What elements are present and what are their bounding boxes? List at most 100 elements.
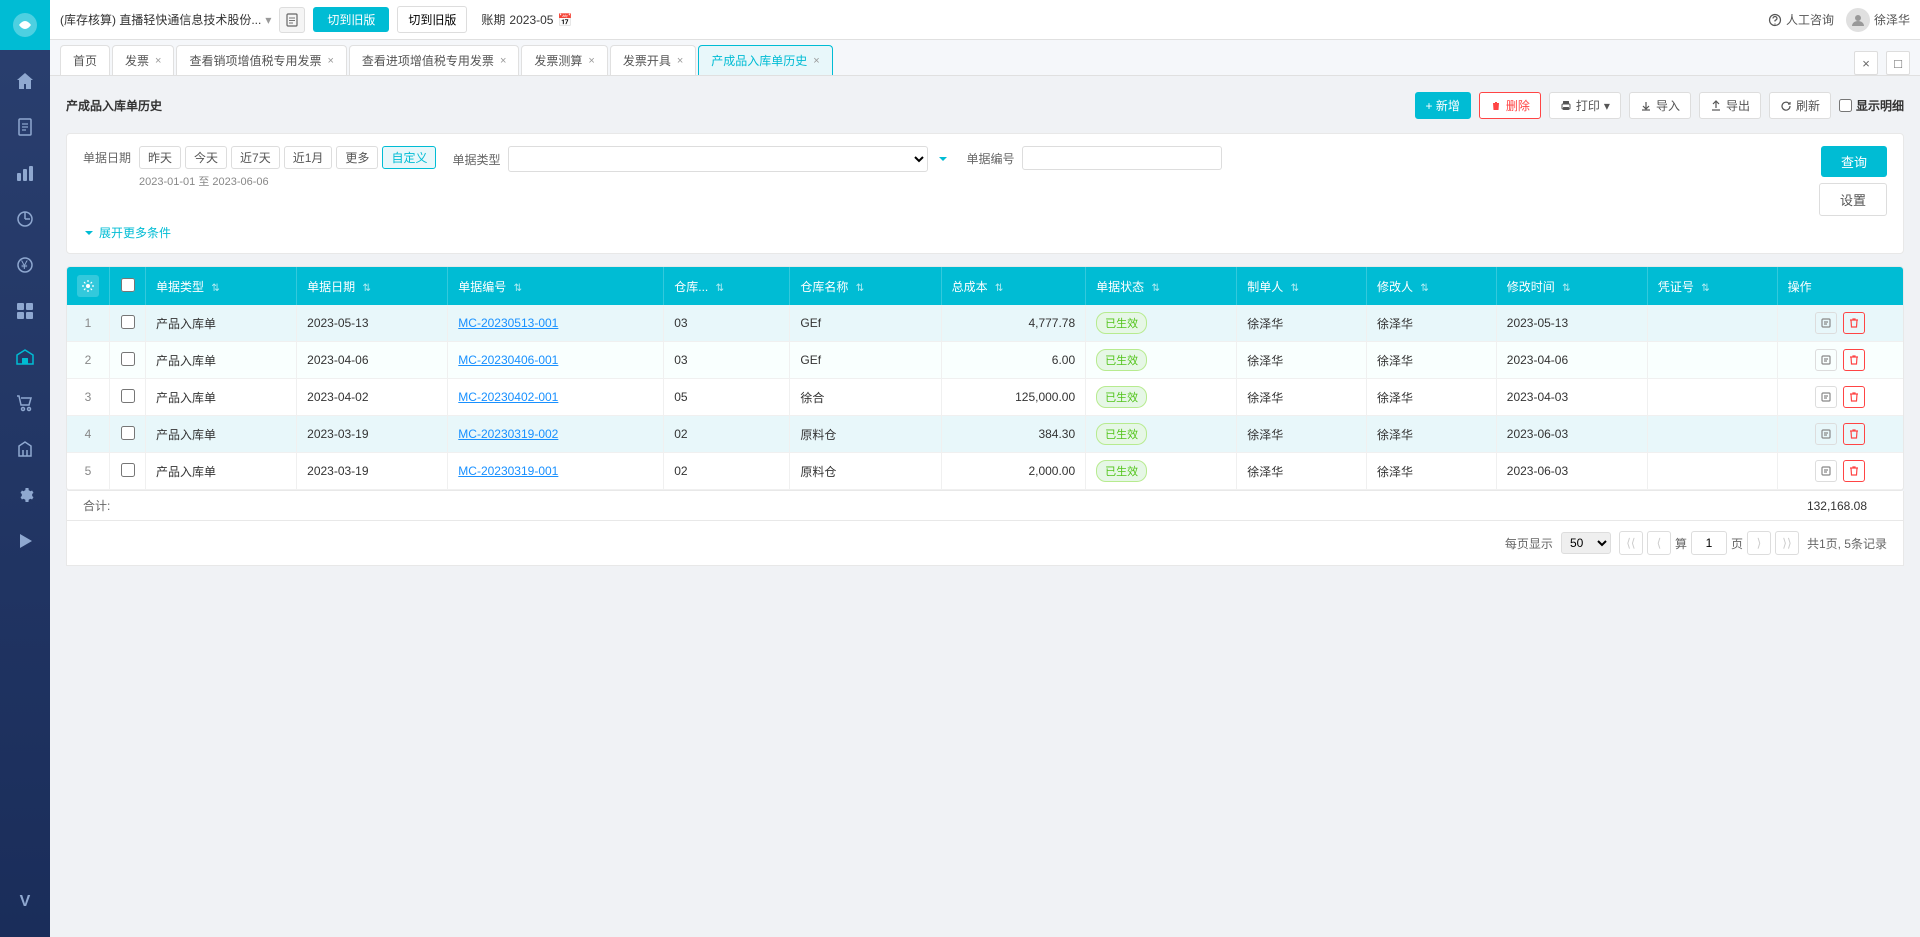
sidebar-item-purchase[interactable]: [0, 380, 50, 426]
expand-filter-button[interactable]: 展开更多条件: [83, 224, 1887, 241]
row-delete-btn-4[interactable]: [1843, 460, 1865, 482]
date-more-btn[interactable]: 更多: [336, 146, 378, 169]
row-delete-btn-1[interactable]: [1843, 349, 1865, 371]
delete-button[interactable]: 删除: [1479, 92, 1541, 119]
import-button[interactable]: 导入: [1629, 92, 1691, 119]
number-filter-input[interactable]: [1022, 146, 1222, 170]
sidebar-item-reports[interactable]: [0, 426, 50, 472]
td-check-0[interactable]: [110, 305, 146, 342]
workbench-button[interactable]: 切到旧版: [313, 7, 389, 32]
td-number-2[interactable]: MC-20230402-001: [448, 379, 664, 416]
new-button[interactable]: + 新增: [1415, 92, 1471, 119]
tab-close-all-button[interactable]: ×: [1854, 51, 1878, 75]
sidebar-item-settings[interactable]: [0, 472, 50, 518]
record-number-link-4[interactable]: MC-20230319-001: [458, 464, 558, 478]
td-number-3[interactable]: MC-20230319-002: [448, 416, 664, 453]
tab-sales-vat[interactable]: 查看销项增值税专用发票 ×: [176, 45, 346, 75]
show-detail-toggle[interactable]: 显示明细: [1839, 97, 1904, 114]
row-delete-btn-3[interactable]: [1843, 423, 1865, 445]
switch-version-button[interactable]: 切到旧版: [397, 6, 467, 33]
service-button[interactable]: 人工咨询: [1768, 11, 1834, 28]
record-number-link-1[interactable]: MC-20230406-001: [458, 353, 558, 367]
sidebar-item-v[interactable]: V: [0, 879, 50, 925]
th-settings[interactable]: [67, 267, 110, 305]
row-checkbox-2[interactable]: [121, 389, 135, 403]
user-menu[interactable]: 徐泽华: [1846, 8, 1910, 32]
page-number-input[interactable]: [1691, 531, 1727, 555]
next-page-button[interactable]: ⟩: [1747, 531, 1771, 555]
tab-invoice[interactable]: 发票 ×: [112, 45, 174, 75]
sidebar-item-home[interactable]: [0, 58, 50, 104]
th-number[interactable]: 单据编号 ⇅: [448, 267, 664, 305]
first-page-button[interactable]: ⟨⟨: [1619, 531, 1643, 555]
th-voucher[interactable]: 凭证号 ⇅: [1647, 267, 1777, 305]
tab-purchase-vat[interactable]: 查看进项增值税专用发票 ×: [349, 45, 519, 75]
sidebar-item-play[interactable]: [0, 518, 50, 564]
td-check-2[interactable]: [110, 379, 146, 416]
show-detail-checkbox[interactable]: [1839, 99, 1852, 112]
th-date[interactable]: 单据日期 ⇅: [297, 267, 448, 305]
sidebar-item-chart[interactable]: [0, 150, 50, 196]
row-checkbox-4[interactable]: [121, 463, 135, 477]
page-size-select[interactable]: 50 100: [1561, 532, 1611, 554]
tab-home[interactable]: 首页: [60, 45, 110, 75]
date-7days-btn[interactable]: 近7天: [231, 146, 280, 169]
td-check-4[interactable]: [110, 453, 146, 490]
type-filter-select[interactable]: [508, 146, 928, 172]
select-all-checkbox[interactable]: [121, 278, 135, 292]
tab-invoice-calc-close[interactable]: ×: [588, 55, 594, 67]
row-edit-btn-0[interactable]: [1815, 312, 1837, 334]
record-number-link-0[interactable]: MC-20230513-001: [458, 316, 558, 330]
tab-invoice-calc[interactable]: 发票测算 ×: [521, 45, 607, 75]
column-settings-icon[interactable]: [77, 275, 99, 297]
last-page-button[interactable]: ⟩⟩: [1775, 531, 1799, 555]
date-today-btn[interactable]: 今天: [185, 146, 227, 169]
sidebar-item-warehouse[interactable]: [0, 334, 50, 380]
sidebar-item-grid[interactable]: [0, 288, 50, 334]
td-check-1[interactable]: [110, 342, 146, 379]
tab-invoice-close[interactable]: ×: [155, 55, 161, 67]
th-warehouse-name[interactable]: 仓库名称 ⇅: [790, 267, 941, 305]
row-delete-btn-0[interactable]: [1843, 312, 1865, 334]
query-button[interactable]: 查询: [1821, 146, 1887, 177]
record-number-link-3[interactable]: MC-20230319-002: [458, 427, 558, 441]
row-checkbox-1[interactable]: [121, 352, 135, 366]
row-checkbox-0[interactable]: [121, 315, 135, 329]
row-edit-btn-4[interactable]: [1815, 460, 1837, 482]
th-creator[interactable]: 制单人 ⇅: [1237, 267, 1367, 305]
tab-invoice-issue[interactable]: 发票开具 ×: [610, 45, 696, 75]
td-check-3[interactable]: [110, 416, 146, 453]
doc-template-button[interactable]: [279, 7, 305, 33]
tab-purchase-vat-close[interactable]: ×: [500, 55, 506, 67]
settings-button[interactable]: 设置: [1819, 183, 1887, 216]
row-delete-btn-2[interactable]: [1843, 386, 1865, 408]
export-button[interactable]: 导出: [1699, 92, 1761, 119]
td-number-1[interactable]: MC-20230406-001: [448, 342, 664, 379]
tab-invoice-issue-close[interactable]: ×: [677, 55, 683, 67]
tab-product-inbound[interactable]: 产成品入库单历史 ×: [698, 45, 832, 75]
company-selector[interactable]: (库存核算) 直播轻快通信息技术股份... ▾: [60, 11, 271, 28]
tab-product-inbound-close[interactable]: ×: [813, 55, 819, 67]
th-modify-time[interactable]: 修改时间 ⇅: [1496, 267, 1647, 305]
th-status[interactable]: 单据状态 ⇅: [1086, 267, 1237, 305]
td-number-4[interactable]: MC-20230319-001: [448, 453, 664, 490]
td-number-0[interactable]: MC-20230513-001: [448, 305, 664, 342]
row-edit-btn-2[interactable]: [1815, 386, 1837, 408]
sidebar-item-document[interactable]: [0, 104, 50, 150]
print-button[interactable]: 打印 ▾: [1549, 92, 1621, 119]
period-selector[interactable]: 账期 2023-05 📅: [481, 11, 572, 28]
th-total-cost[interactable]: 总成本 ⇅: [941, 267, 1086, 305]
tab-sales-vat-close[interactable]: ×: [327, 55, 333, 67]
row-edit-btn-3[interactable]: [1815, 423, 1837, 445]
sidebar-item-analytics[interactable]: [0, 196, 50, 242]
tab-restore-button[interactable]: □: [1886, 51, 1910, 75]
th-checkbox[interactable]: [110, 267, 146, 305]
refresh-button[interactable]: 刷新: [1769, 92, 1831, 119]
record-number-link-2[interactable]: MC-20230402-001: [458, 390, 558, 404]
date-custom-btn[interactable]: 自定义: [382, 146, 436, 169]
row-edit-btn-1[interactable]: [1815, 349, 1837, 371]
date-1month-btn[interactable]: 近1月: [284, 146, 333, 169]
app-logo[interactable]: [0, 0, 50, 50]
th-warehouse-code[interactable]: 仓库... ⇅: [664, 267, 790, 305]
sidebar-item-finance[interactable]: ¥: [0, 242, 50, 288]
